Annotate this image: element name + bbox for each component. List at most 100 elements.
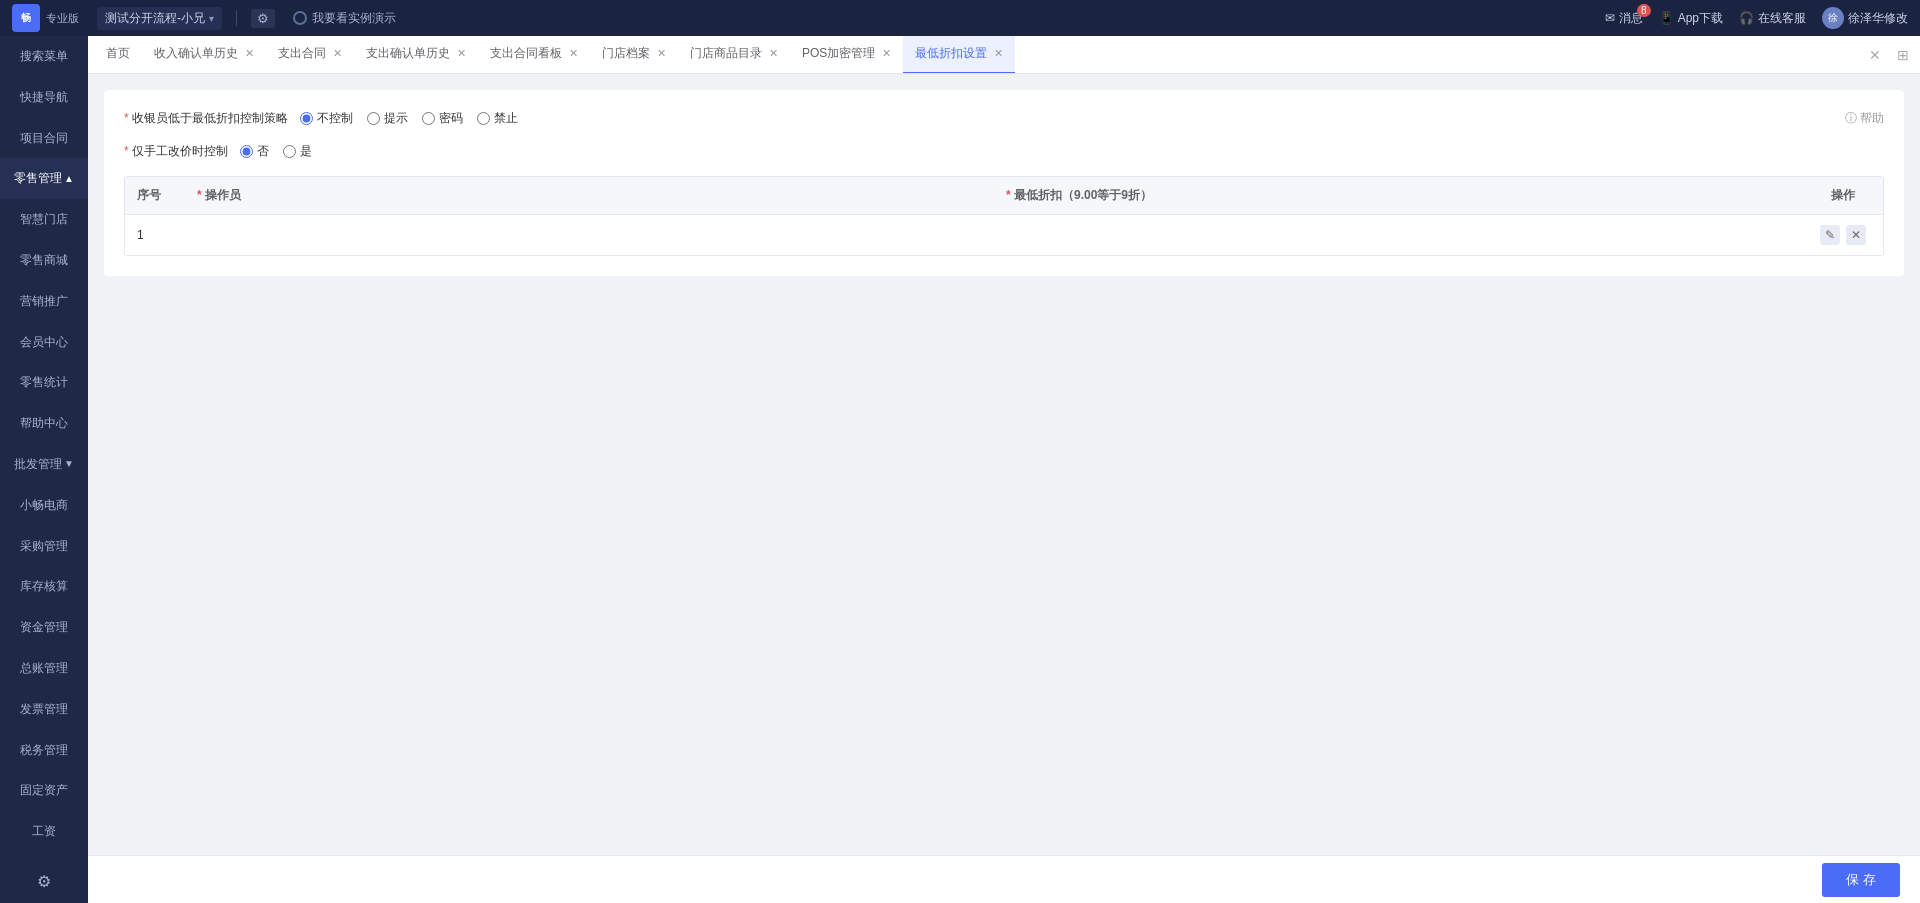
chevron-down-icon: ▾: [209, 13, 214, 24]
tab-min-discount-close[interactable]: ✕: [994, 47, 1003, 60]
arrow-down-icon: ▼: [64, 457, 74, 471]
tab-menu-btn[interactable]: ⊞: [1892, 45, 1914, 65]
tab-store-catalog[interactable]: 门店商品目录 ✕: [678, 36, 790, 74]
sidebar-item-wholesale[interactable]: 批发管理 ▼: [0, 444, 88, 485]
sidebar-settings-btn[interactable]: ⚙: [0, 860, 88, 903]
col-header-min-discount: * 最低折扣（9.00等于9折）: [994, 177, 1803, 214]
sidebar-item-ecommerce[interactable]: 小畅电商: [0, 485, 88, 526]
control-strategy-row: * 收银员低于最低折扣控制策略 不控制 提示: [124, 110, 1884, 127]
app-download-btn[interactable]: 📱 App下载: [1659, 10, 1723, 27]
edit-icon-btn[interactable]: ✎: [1820, 225, 1840, 245]
sidebar-item-member[interactable]: 会员中心: [0, 322, 88, 363]
tab-expense-confirm-history[interactable]: 支出确认单历史 ✕: [354, 36, 478, 74]
tab-expense-confirm-history-label: 支出确认单历史: [366, 45, 450, 62]
project-selector[interactable]: 测试分开流程-小兄 ▾: [97, 7, 222, 30]
radio-no-label: 否: [257, 143, 269, 160]
radio-password-label: 密码: [439, 110, 463, 127]
radio-yes[interactable]: 是: [283, 143, 312, 160]
radio-prompt[interactable]: 提示: [367, 110, 408, 127]
sidebar-item-marketing[interactable]: 营销推广: [0, 281, 88, 322]
control-strategy-text: 收银员低于最低折扣控制策略: [132, 111, 288, 125]
tab-expense-contract-label: 支出合同: [278, 45, 326, 62]
tab-expense-board-close[interactable]: ✕: [569, 47, 578, 60]
demo-text: 我要看实例演示: [312, 10, 396, 27]
sidebar-item-retail[interactable]: 零售管理 ▲: [0, 158, 88, 199]
sidebar-item-smartstore[interactable]: 智慧门店: [0, 199, 88, 240]
row-operator: [185, 225, 994, 245]
sidebar-item-search[interactable]: 搜索菜单: [0, 36, 88, 77]
manual-control-radio-group: 否 是: [240, 143, 312, 160]
radio-no-control[interactable]: 不控制: [300, 110, 353, 127]
tab-store-catalog-close[interactable]: ✕: [769, 47, 778, 60]
manual-control-text: 仅手工改价时控制: [132, 144, 228, 158]
tab-income-history[interactable]: 收入确认单历史 ✕: [142, 36, 266, 74]
project-name: 测试分开流程-小兄: [105, 10, 205, 27]
tab-pos-encrypt-label: POS加密管理: [802, 45, 875, 62]
avatar: 徐: [1822, 7, 1844, 29]
tab-store-file[interactable]: 门店档案 ✕: [590, 36, 678, 74]
content-area: 首页 收入确认单历史 ✕ 支出合同 ✕ 支出确认单历史 ✕ 支出合同看板 ✕ 门…: [88, 36, 1920, 903]
sidebar-item-invoice[interactable]: 发票管理: [0, 689, 88, 730]
tab-home-label: 首页: [106, 45, 130, 62]
delete-icon-btn[interactable]: ✕: [1846, 225, 1866, 245]
demo-link[interactable]: 我要看实例演示: [293, 10, 396, 27]
sidebar-item-assets[interactable]: 固定资产: [0, 770, 88, 811]
message-badge: 8: [1637, 4, 1651, 17]
save-button[interactable]: 保 存: [1822, 863, 1900, 897]
main-layout: 搜索菜单 快捷导航 项目合同 零售管理 ▲ 智慧门店 零售商城 营销推广 会员中…: [0, 36, 1920, 903]
sidebar-item-quicknav[interactable]: 快捷导航: [0, 77, 88, 118]
tab-pos-encrypt-close[interactable]: ✕: [882, 47, 891, 60]
tab-min-discount-label: 最低折扣设置: [915, 45, 987, 62]
message-btn[interactable]: ✉ 消息 8: [1605, 10, 1643, 27]
demo-circle-icon: [293, 11, 307, 25]
radio-no[interactable]: 否: [240, 143, 269, 160]
sidebar-item-onlinestore[interactable]: 零售商城: [0, 240, 88, 281]
radio-password-input[interactable]: [422, 112, 435, 125]
divider: [236, 10, 237, 26]
table-row: 1 ✎ ✕: [125, 215, 1883, 255]
tab-expense-board[interactable]: 支出合同看板 ✕: [478, 36, 590, 74]
radio-no-control-input[interactable]: [300, 112, 313, 125]
sidebar-item-help[interactable]: 帮助中心: [0, 403, 88, 444]
logo-text: 专业版: [46, 11, 79, 26]
sidebar-item-finance[interactable]: 资金管理: [0, 607, 88, 648]
sidebar-item-stats[interactable]: 零售统计: [0, 362, 88, 403]
col-discount-text: 最低折扣（9.00等于9折）: [1014, 188, 1152, 202]
help-link[interactable]: ⓘ 帮助: [1845, 110, 1884, 127]
message-icon: ✉: [1605, 11, 1615, 25]
tab-expense-confirm-history-close[interactable]: ✕: [457, 47, 466, 60]
radio-prompt-input[interactable]: [367, 112, 380, 125]
sidebar-item-ledger[interactable]: 总账管理: [0, 648, 88, 689]
tab-pos-encrypt[interactable]: POS加密管理 ✕: [790, 36, 903, 74]
sidebar-item-salary[interactable]: 工资: [0, 811, 88, 852]
sidebar-item-project[interactable]: 项目合同: [0, 118, 88, 159]
online-service-btn[interactable]: 🎧 在线客服: [1739, 10, 1806, 27]
sidebar-item-inventory[interactable]: 库存核算: [0, 566, 88, 607]
tab-close-all-btn[interactable]: ✕: [1864, 45, 1886, 65]
tab-expense-contract-close[interactable]: ✕: [333, 47, 342, 60]
col-operator-text: 操作员: [205, 188, 241, 202]
sidebar-item-tax[interactable]: 税务管理: [0, 730, 88, 771]
phone-icon: 📱: [1659, 11, 1674, 25]
sidebar-item-purchase[interactable]: 采购管理: [0, 526, 88, 567]
tab-store-catalog-label: 门店商品目录: [690, 45, 762, 62]
settings-icon-btn[interactable]: ⚙: [251, 9, 275, 28]
user-menu-btn[interactable]: 徐 徐泽华修改: [1822, 7, 1908, 29]
col-discount-required: *: [1006, 188, 1011, 202]
tabbar: 首页 收入确认单历史 ✕ 支出合同 ✕ 支出确认单历史 ✕ 支出合同看板 ✕ 门…: [88, 36, 1920, 74]
tab-min-discount[interactable]: 最低折扣设置 ✕: [903, 36, 1015, 74]
help-icon: ⓘ: [1845, 110, 1857, 127]
radio-yes-input[interactable]: [283, 145, 296, 158]
radio-no-input[interactable]: [240, 145, 253, 158]
logo-icon: 畅: [12, 4, 40, 32]
page-content: * 收银员低于最低折扣控制策略 不控制 提示: [88, 74, 1920, 855]
tab-store-file-close[interactable]: ✕: [657, 47, 666, 60]
radio-password[interactable]: 密码: [422, 110, 463, 127]
radio-forbid-input[interactable]: [477, 112, 490, 125]
radio-forbid[interactable]: 禁止: [477, 110, 518, 127]
tab-expense-contract[interactable]: 支出合同 ✕: [266, 36, 354, 74]
tab-home[interactable]: 首页: [94, 36, 142, 74]
col-header-seq: 序号: [125, 177, 185, 214]
control-strategy-label: * 收银员低于最低折扣控制策略: [124, 110, 288, 127]
tab-income-history-close[interactable]: ✕: [245, 47, 254, 60]
